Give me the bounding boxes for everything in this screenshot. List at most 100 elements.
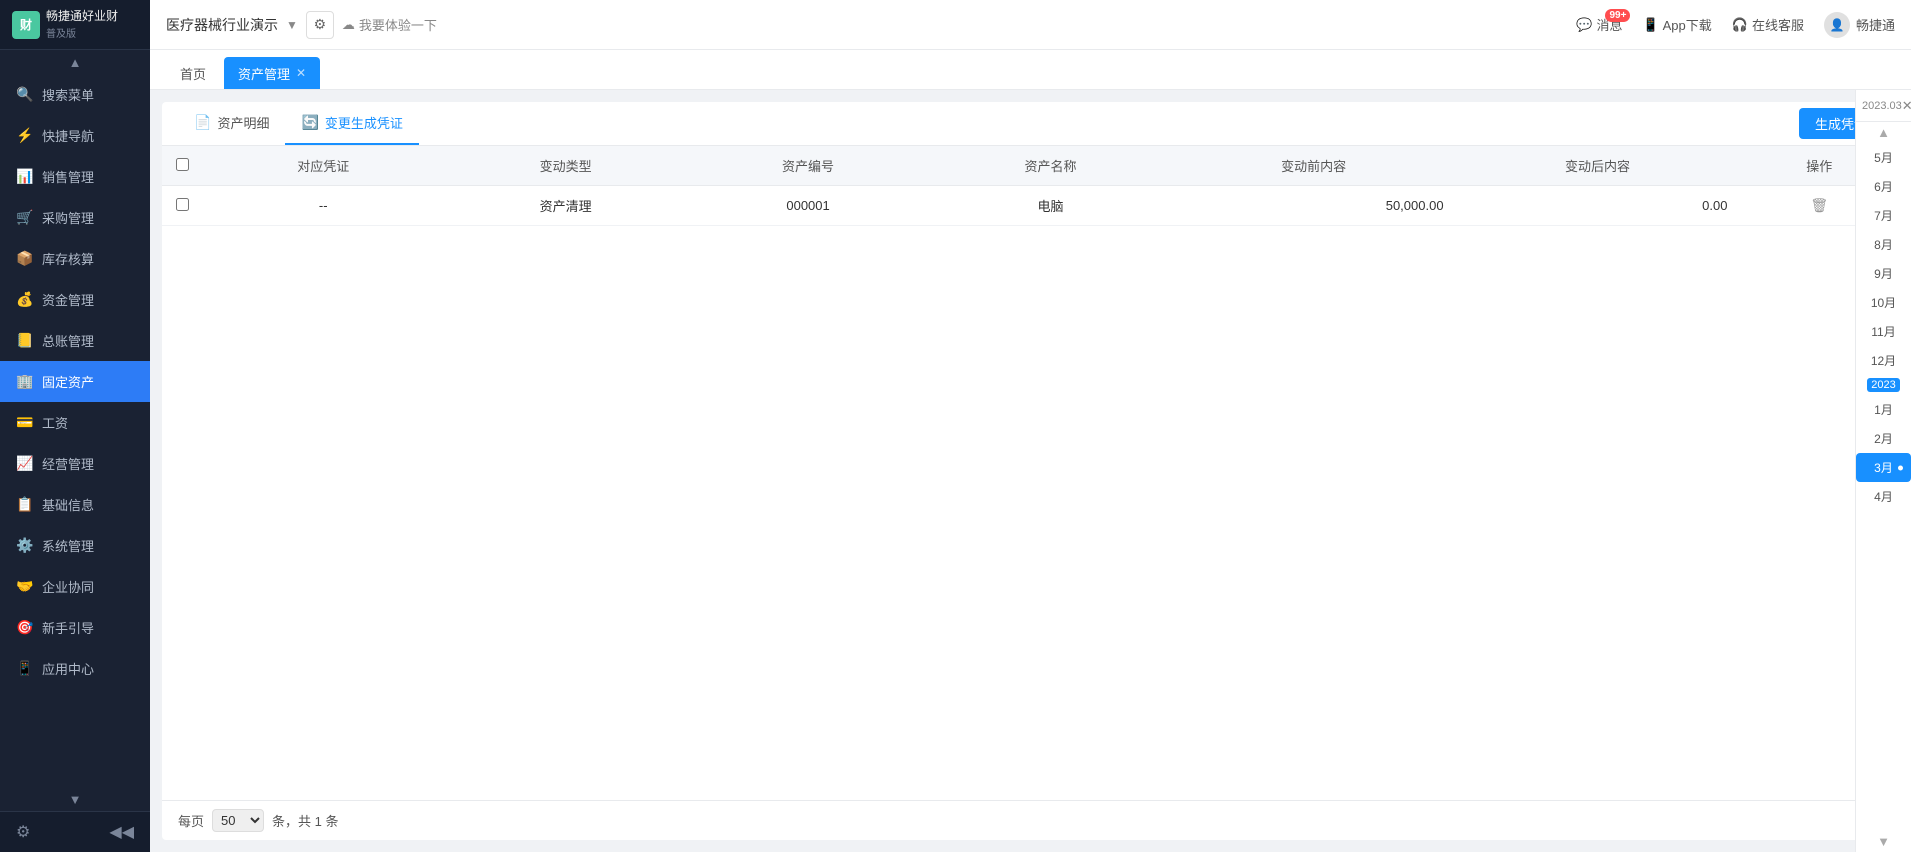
row-change-type: 资产清理 — [444, 186, 686, 226]
panel-scroll-down[interactable]: ▼ — [1856, 831, 1911, 852]
payroll-icon: 💳 — [16, 414, 34, 432]
tab-asset-management-label: 资产管理 — [238, 64, 290, 83]
company-dropdown-icon[interactable]: ▼ — [286, 18, 298, 32]
content-area: 📄 资产明细 🔄 变更生成凭证 生成凭证 — [150, 90, 1911, 852]
tab-home-label: 首页 — [180, 64, 206, 83]
sidebar-item-funds[interactable]: 💰 资金管理 — [0, 279, 150, 320]
quick-nav-icon: ⚡ — [16, 127, 34, 145]
subtab-change-voucher[interactable]: 🔄 变更生成凭证 — [285, 102, 418, 145]
sidebar: 财 畅捷通好业财 普及版 ▲ 🔍 搜索菜单 ⚡ 快捷导航 📊 销售管理 🛒 采购… — [0, 0, 150, 852]
sidebar-item-purchase[interactable]: 🛒 采购管理 — [0, 197, 150, 238]
sidebar-item-label: 资金管理 — [42, 290, 94, 309]
download-icon: 📱 — [1642, 17, 1658, 33]
month-item-2023-4[interactable]: 4月 — [1856, 482, 1911, 511]
month-item-12[interactable]: 12月 — [1856, 346, 1911, 375]
tab-asset-management[interactable]: 资产管理 ✕ — [224, 57, 320, 89]
right-panel: 2023.03 ✕ ⤢ ▲ 5月 6月 7月 8月 9月 10月 11月 12月 — [1855, 90, 1911, 852]
sidebar-item-label: 基础信息 — [42, 495, 94, 514]
customer-service-button[interactable]: 🎧 在线客服 — [1732, 15, 1804, 34]
month-item-7[interactable]: 7月 — [1856, 201, 1911, 230]
panel-close-button[interactable]: ✕ — [1902, 98, 1911, 114]
messages-button[interactable]: 💬 消息 99+ — [1576, 15, 1622, 34]
logo-text: 畅捷通好业财 — [46, 9, 118, 25]
table-row: -- 资产清理 000001 电脑 50,000.00 0.00 🗑 — [162, 186, 1899, 226]
tab-close-icon[interactable]: ✕ — [296, 66, 306, 80]
month-item-9[interactable]: 9月 — [1856, 259, 1911, 288]
purchase-icon: 🛒 — [16, 209, 34, 227]
row-checkbox-cell — [162, 186, 202, 226]
month-item-8[interactable]: 8月 — [1856, 230, 1911, 259]
sidebar-item-label: 总账管理 — [42, 331, 94, 350]
right-panel-header: 2023.03 ✕ ⤢ — [1856, 90, 1911, 122]
sidebar-item-ledger[interactable]: 📒 总账管理 — [0, 320, 150, 361]
sidebar-item-system[interactable]: ⚙️ 系统管理 — [0, 525, 150, 566]
inventory-icon: 📦 — [16, 250, 34, 268]
month-item-5[interactable]: 5月 — [1856, 143, 1911, 172]
topbar: 医疗器械行业演示 ▼ ⚙ ☁ 我要体验一下 💬 消息 99+ 📱 App下载 🎧… — [150, 0, 1911, 50]
right-panel-controls: ✕ ⤢ — [1902, 98, 1911, 114]
pagination: 每页 50 10 20 100 条，共 1 条 — [162, 800, 1899, 840]
row-voucher: -- — [202, 186, 444, 226]
sidebar-item-operations[interactable]: 📈 经营管理 — [0, 443, 150, 484]
sidebar-item-guide[interactable]: 🎯 新手引导 — [0, 607, 150, 648]
sidebar-scroll-up[interactable]: ▲ — [0, 50, 150, 74]
topbar-settings-button[interactable]: ⚙ — [306, 11, 334, 39]
col-change-type: 变动类型 — [444, 146, 686, 186]
sidebar-item-quick-nav[interactable]: ⚡ 快捷导航 — [0, 115, 150, 156]
sidebar-item-inventory[interactable]: 📦 库存核算 — [0, 238, 150, 279]
sidebar-item-basic-info[interactable]: 📋 基础信息 — [0, 484, 150, 525]
row-before-change: 50,000.00 — [1172, 186, 1456, 226]
sidebar-item-label: 经营管理 — [42, 454, 94, 473]
funds-icon: 💰 — [16, 291, 34, 309]
app-center-icon: 📱 — [16, 660, 34, 678]
logo-icon: 财 — [12, 11, 40, 39]
sidebar-item-app-center[interactable]: 📱 应用中心 — [0, 648, 150, 689]
user-profile[interactable]: 👤 畅捷通 — [1824, 12, 1895, 38]
topbar-left: 医疗器械行业演示 ▼ ⚙ ☁ 我要体验一下 — [166, 11, 437, 39]
right-panel-body: 5月 6月 7月 8月 9月 10月 11月 12月 2023 1月 2月 3月… — [1856, 143, 1911, 831]
sidebar-item-enterprise[interactable]: 🤝 企业协同 — [0, 566, 150, 607]
enterprise-icon: 🤝 — [16, 578, 34, 596]
sidebar-item-label: 企业协同 — [42, 577, 94, 596]
sidebar-scroll-down[interactable]: ▼ — [0, 787, 150, 811]
month-item-2023-2[interactable]: 2月 — [1856, 424, 1911, 453]
sidebar-item-label: 快捷导航 — [42, 126, 94, 145]
avatar: 👤 — [1824, 12, 1850, 38]
row-checkbox[interactable] — [176, 198, 189, 211]
subtab-left: 📄 资产明细 🔄 变更生成凭证 — [178, 102, 419, 145]
tab-home[interactable]: 首页 — [166, 57, 220, 89]
sidebar-item-label: 库存核算 — [42, 249, 94, 268]
panel-scroll-up[interactable]: ▲ — [1856, 122, 1911, 143]
per-page-select[interactable]: 50 10 20 100 — [212, 809, 264, 832]
subtab-asset-detail-label: 资产明细 — [217, 113, 269, 132]
delete-icon[interactable]: 🗑 — [1810, 197, 1828, 213]
month-item-2023-3[interactable]: 3月 — [1856, 453, 1911, 482]
messages-badge: 99+ — [1605, 9, 1630, 22]
row-after-change: 0.00 — [1456, 186, 1740, 226]
month-item-10[interactable]: 10月 — [1856, 288, 1911, 317]
sidebar-item-payroll[interactable]: 💳 工资 — [0, 402, 150, 443]
table-wrap: 对应凭证 变动类型 资产编号 资产名称 变动前内容 变动后内容 操作 — [162, 146, 1899, 800]
operations-icon: 📈 — [16, 455, 34, 473]
cloud-icon: ☁ — [342, 17, 355, 33]
sidebar-collapse-icon[interactable]: ◀◀ — [109, 822, 134, 842]
subtab-asset-detail[interactable]: 📄 资产明细 — [178, 102, 285, 145]
sidebar-item-search[interactable]: 🔍 搜索菜单 — [0, 74, 150, 115]
sidebar-settings-icon[interactable]: ⚙ — [16, 822, 30, 842]
sidebar-item-fixed-assets[interactable]: 🏢 固定资产 — [0, 361, 150, 402]
sidebar-bottom: ⚙ ◀◀ — [0, 811, 150, 852]
app-download-button[interactable]: 📱 App下载 — [1642, 15, 1711, 34]
sidebar-item-label: 系统管理 — [42, 536, 94, 555]
month-item-2023-1[interactable]: 1月 — [1856, 395, 1911, 424]
customer-service-label: 在线客服 — [1752, 15, 1804, 34]
select-all-checkbox[interactable] — [176, 158, 189, 171]
sidebar-item-label: 应用中心 — [42, 659, 94, 678]
month-item-11[interactable]: 11月 — [1856, 317, 1911, 346]
experience-link[interactable]: ☁ 我要体验一下 — [342, 15, 437, 34]
table-header-row: 对应凭证 变动类型 资产编号 资产名称 变动前内容 变动后内容 操作 — [162, 146, 1899, 186]
asset-detail-icon: 📄 — [194, 114, 211, 131]
sidebar-item-sales[interactable]: 📊 销售管理 — [0, 156, 150, 197]
search-icon: 🔍 — [16, 86, 34, 104]
month-item-6[interactable]: 6月 — [1856, 172, 1911, 201]
topbar-right: 💬 消息 99+ 📱 App下载 🎧 在线客服 👤 畅捷通 — [1576, 12, 1895, 38]
